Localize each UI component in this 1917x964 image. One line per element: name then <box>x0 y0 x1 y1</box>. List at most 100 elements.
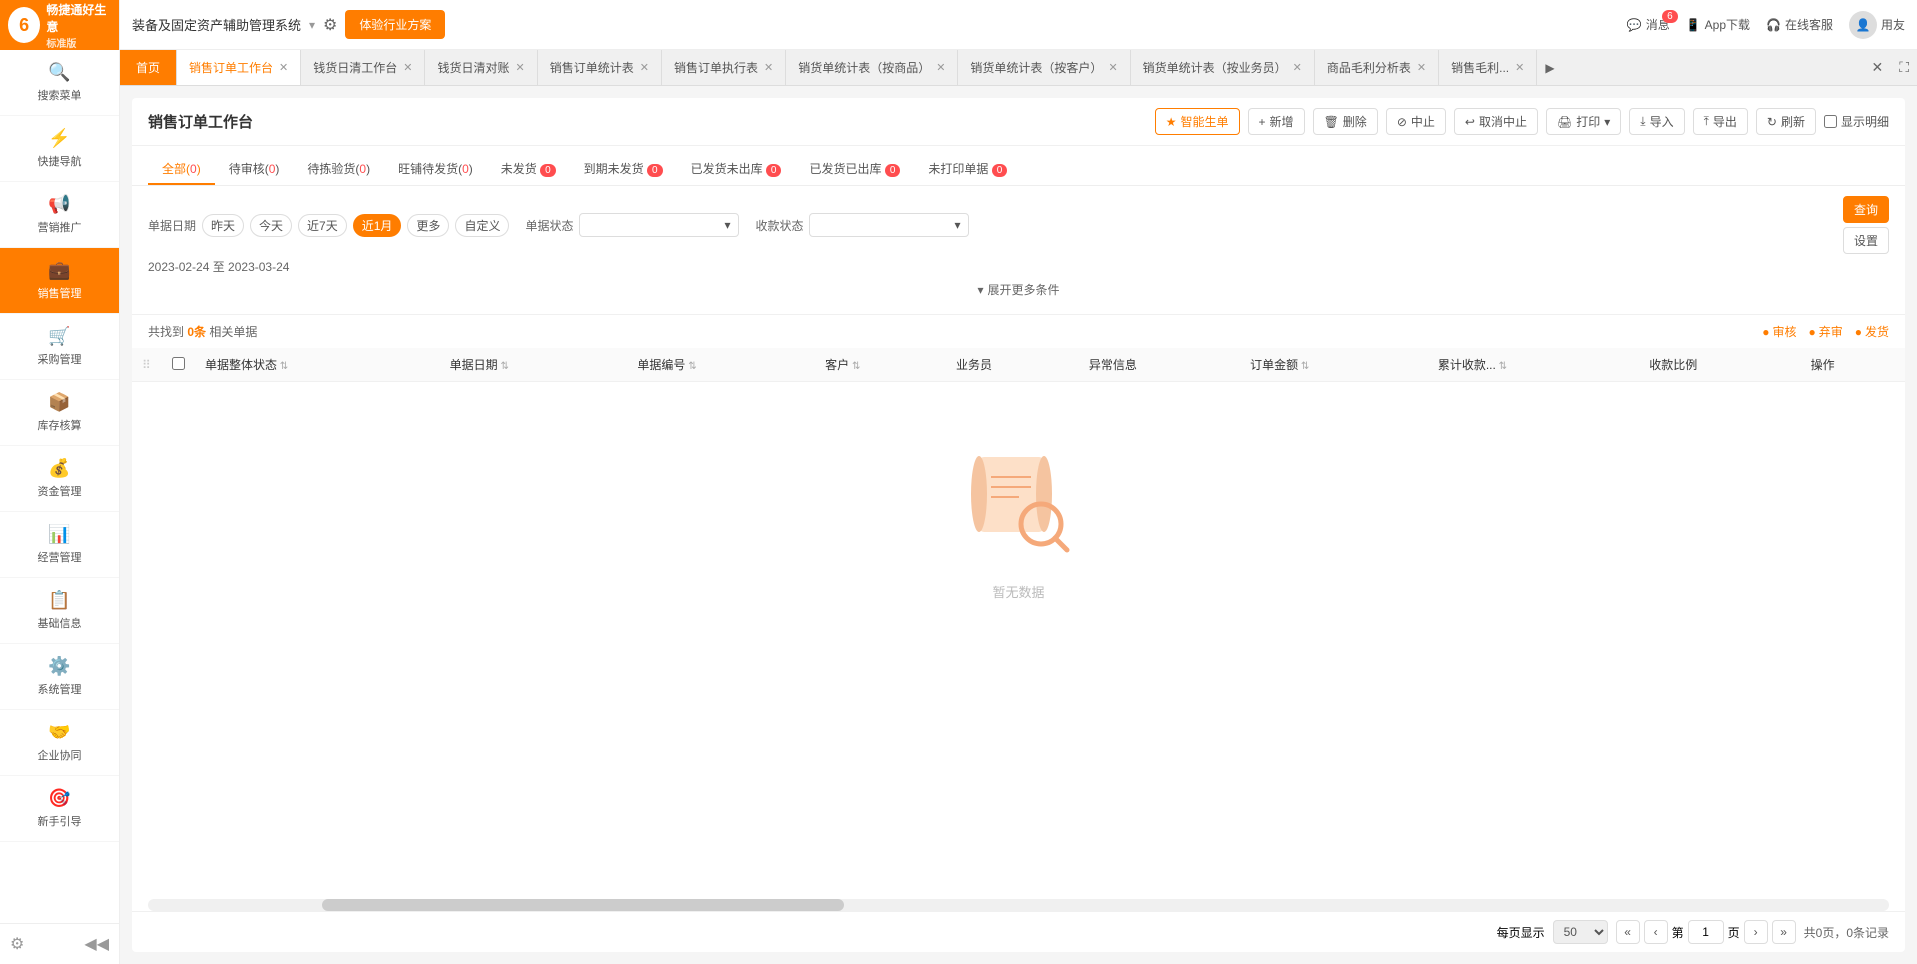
message-item[interactable]: 💬 消息 6 <box>1627 16 1670 33</box>
date-btn-more[interactable]: 更多 <box>407 214 449 237</box>
tab-sales-stats[interactable]: 销售订单统计表 ✕ <box>538 50 662 86</box>
unaudit-btn[interactable]: ● 弃审 <box>1808 323 1842 340</box>
close-icon[interactable]: ✕ <box>279 61 288 74</box>
close-icon[interactable]: ✕ <box>640 61 649 74</box>
import-btn[interactable]: ⤓ 导入 <box>1629 108 1684 135</box>
sidebar-item-search[interactable]: 🔍 搜索菜单 <box>0 50 119 116</box>
th-number[interactable]: 单据编号 <box>627 348 815 382</box>
date-btn-7days[interactable]: 近7天 <box>298 214 347 237</box>
sidebar-item-finance[interactable]: 💰 资金管理 <box>0 446 119 512</box>
audit-btn[interactable]: ● 审核 <box>1762 323 1796 340</box>
trial-btn[interactable]: 体验行业方案 <box>345 10 445 39</box>
tab-maximize-icon[interactable]: ⛶ <box>1891 50 1917 86</box>
stop-btn[interactable]: ⊘ 中止 <box>1386 108 1446 135</box>
sidebar-item-system[interactable]: ⚙️ 系统管理 <box>0 644 119 710</box>
close-icon[interactable]: ✕ <box>936 61 945 74</box>
tab-more-btn[interactable]: ▶ <box>1537 50 1562 86</box>
tab-sales-workbench[interactable]: 销售订单工作台 ✕ <box>177 50 301 86</box>
payment-select[interactable]: ▾ <box>809 213 969 237</box>
th-cumulative[interactable]: 累计收款... <box>1428 348 1639 382</box>
close-icon[interactable]: ✕ <box>1417 61 1426 74</box>
tab-profit-analysis[interactable]: 商品毛利分析表 ✕ <box>1315 50 1439 86</box>
th-status[interactable]: 单据整体状态 <box>195 348 440 382</box>
user-item[interactable]: 👤 用友 <box>1849 11 1905 39</box>
th-customer[interactable]: 客户 <box>815 348 946 382</box>
sidebar-item-inventory[interactable]: 📦 库存核算 <box>0 380 119 446</box>
show-detail-checkbox[interactable] <box>1824 115 1837 128</box>
ship-btn[interactable]: ● 发货 <box>1855 323 1889 340</box>
refresh-btn[interactable]: ↻ 刷新 <box>1756 108 1816 135</box>
tab-pending-inspect[interactable]: 待拣验货(0) <box>293 154 384 185</box>
tab-sales-exec[interactable]: 销售订单执行表 ✕ <box>662 50 786 86</box>
scrollbar-thumb[interactable] <box>322 899 844 911</box>
query-btn[interactable]: 查询 <box>1843 196 1889 223</box>
th-amount[interactable]: 订单金额 <box>1240 348 1428 382</box>
print-btn[interactable]: 🖨 打印 ▾ <box>1546 108 1621 135</box>
tab-wangpu-ship[interactable]: 旺铺待发货(0) <box>384 154 487 185</box>
select-all-checkbox[interactable] <box>172 357 185 370</box>
date-btn-custom[interactable]: 自定义 <box>455 214 509 237</box>
date-btn-1month[interactable]: 近1月 <box>353 214 402 237</box>
status-select[interactable]: ▾ <box>579 213 739 237</box>
date-btn-today[interactable]: 今天 <box>250 214 292 237</box>
sidebar-item-label: 营销推广 <box>38 219 82 235</box>
close-icon[interactable]: ✕ <box>403 61 412 74</box>
expand-btn[interactable]: ▾ 展开更多条件 <box>977 281 1059 298</box>
online-support-item[interactable]: 🎧 在线客服 <box>1766 16 1833 33</box>
close-icon[interactable]: ✕ <box>516 61 525 74</box>
collapse-icon[interactable]: ◀◀ <box>84 934 109 954</box>
tab-sales-customer[interactable]: 销货单统计表（按客户） ✕ <box>958 50 1130 86</box>
close-icon[interactable]: ✕ <box>1515 61 1524 74</box>
sidebar-item-sales[interactable]: 💼 销售管理 <box>0 248 119 314</box>
th-check[interactable] <box>162 348 195 382</box>
tab-all[interactable]: 全部(0) <box>148 154 215 185</box>
tab-cash-daily[interactable]: 钱货日清工作台 ✕ <box>301 50 425 86</box>
smart-gen-btn[interactable]: ★ 智能生单 <box>1155 108 1240 135</box>
export-btn[interactable]: ⤒ 导出 <box>1693 108 1748 135</box>
first-page-btn[interactable]: « <box>1616 920 1640 944</box>
tab-unprinted[interactable]: 未打印单据 0 <box>914 154 1021 185</box>
add-btn[interactable]: + 新增 <box>1248 108 1305 135</box>
horizontal-scrollbar[interactable] <box>148 899 1889 911</box>
app-name: 畅捷通好生意 <box>46 1 111 35</box>
module-arrow[interactable]: ▾ <box>309 18 315 32</box>
tab-shipped-not-out[interactable]: 已发货未出库 0 <box>677 154 796 185</box>
app-download-item[interactable]: 📱 App下载 <box>1686 16 1750 33</box>
delete-btn[interactable]: 🗑 删除 <box>1313 108 1378 135</box>
tab-home[interactable]: 首页 <box>120 50 177 86</box>
result-unit: 相关单据 <box>209 325 257 339</box>
empty-svg <box>959 442 1079 562</box>
tab-unshipped[interactable]: 未发货 0 <box>487 154 570 185</box>
tab-shipped-out[interactable]: 已发货已出库 0 <box>795 154 914 185</box>
sidebar-item-guide[interactable]: 🎯 新手引导 <box>0 776 119 842</box>
topbar-gear-icon[interactable]: ⚙ <box>323 15 337 35</box>
setting-btn[interactable]: 设置 <box>1843 227 1889 254</box>
tab-sales-staff[interactable]: 销货单统计表（按业务员） ✕ <box>1131 50 1315 86</box>
settings-icon[interactable]: ⚙ <box>10 934 24 954</box>
sidebar-item-basic[interactable]: 📋 基础信息 <box>0 578 119 644</box>
per-page-select[interactable]: 50 20 100 <box>1553 920 1608 944</box>
next-page-btn[interactable]: › <box>1744 920 1768 944</box>
tab-sales-profit[interactable]: 销售毛利... ✕ <box>1439 50 1537 86</box>
page-input[interactable] <box>1688 920 1724 944</box>
sidebar-item-collab[interactable]: 🤝 企业协同 <box>0 710 119 776</box>
last-page-btn[interactable]: » <box>1772 920 1796 944</box>
sidebar-item-marketing[interactable]: 📢 营销推广 <box>0 182 119 248</box>
prev-page-btn[interactable]: ‹ <box>1644 920 1668 944</box>
tab-reconcile[interactable]: 钱货日清对账 ✕ <box>425 50 537 86</box>
tab-pending-review[interactable]: 待审核(0) <box>215 154 294 185</box>
close-icon[interactable]: ✕ <box>764 61 773 74</box>
tab-close-others-icon[interactable]: ✕ <box>1863 50 1891 86</box>
sidebar-item-management[interactable]: 📊 经营管理 <box>0 512 119 578</box>
tab-sales-goods[interactable]: 销货单统计表（按商品） ✕ <box>786 50 958 86</box>
tab-overdue-unshipped[interactable]: 到期未发货 0 <box>570 154 677 185</box>
tab-label: 销货单统计表（按客户） <box>970 59 1102 76</box>
sidebar-item-nav[interactable]: ⚡ 快捷导航 <box>0 116 119 182</box>
close-icon[interactable]: ✕ <box>1108 61 1117 74</box>
cancel-stop-btn[interactable]: ↩ 取消中止 <box>1454 108 1538 135</box>
close-icon[interactable]: ✕ <box>1293 61 1302 74</box>
th-date[interactable]: 单据日期 <box>440 348 628 382</box>
sidebar-item-purchase[interactable]: 🛒 采购管理 <box>0 314 119 380</box>
date-btn-yesterday[interactable]: 昨天 <box>202 214 244 237</box>
show-detail-label[interactable]: 显示明细 <box>1824 113 1889 130</box>
